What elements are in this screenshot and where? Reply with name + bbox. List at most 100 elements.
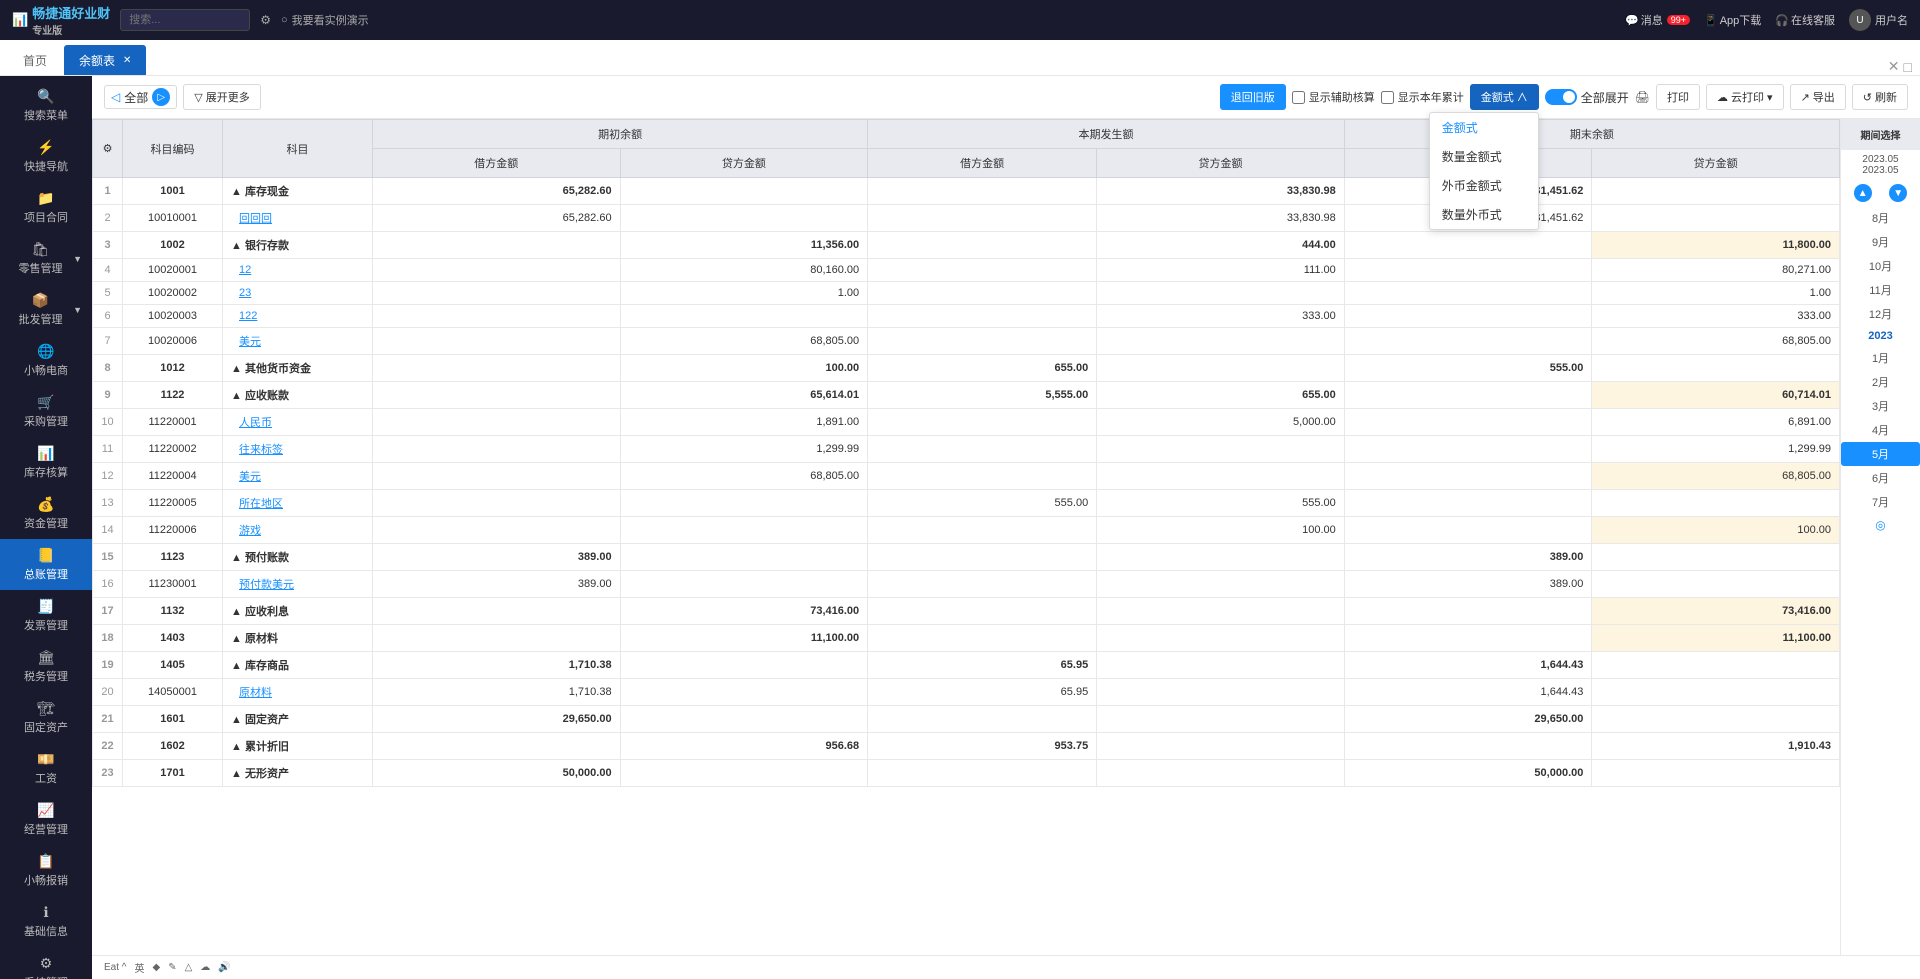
window-maximize-btn[interactable]: □ <box>1904 59 1912 75</box>
filter-all-label: 全部 <box>124 89 148 106</box>
format-option-qty-amount[interactable]: 数量金额式 <box>1430 142 1538 171</box>
period-month-jun[interactable]: 6月 <box>1841 466 1920 490</box>
cell-closing-credit <box>1592 490 1840 517</box>
ytd-checkbox[interactable] <box>1381 91 1394 104</box>
cell-current-credit: 111.00 <box>1097 259 1345 282</box>
cell-opening-debit <box>373 382 621 409</box>
format-dropdown-container: 金额式 ∧ 金额式 数量金额式 外币金额式 <box>1470 84 1539 110</box>
cell-code: 1012 <box>123 355 223 382</box>
online-service-btn[interactable]: 🎧 在线客服 <box>1775 12 1835 28</box>
sidebar-item-salary[interactable]: 💴 工资 <box>0 743 92 794</box>
tab-balance[interactable]: 余额表 ✕ <box>64 45 146 75</box>
period-month-jul[interactable]: 7月 <box>1841 490 1920 514</box>
sidebar-purchase-label: 采购管理 <box>24 413 68 429</box>
cell-current-debit: 65.95 <box>868 652 1097 679</box>
cell-opening-credit <box>620 679 868 706</box>
period-month-dec[interactable]: 12月 <box>1841 302 1920 326</box>
ytd-checkbox-label[interactable]: 显示本年累计 <box>1381 89 1464 105</box>
sidebar-item-capital[interactable]: 💰 资金管理 <box>0 488 92 539</box>
sidebar-item-wholesale[interactable]: 📦 批发管理 ▼ <box>0 284 92 335</box>
sidebar-item-search[interactable]: 🔍 搜索菜单 <box>0 80 92 131</box>
sidebar-inventory-label: 库存核算 <box>24 464 68 480</box>
app-download-btn[interactable]: 📱 App下载 <box>1704 12 1761 28</box>
table-row: 10 11220001 人民币 1,891.00 5,000.00 6,891.… <box>93 409 1840 436</box>
inventory-icon: 📊 <box>37 445 54 462</box>
message-btn[interactable]: 💬 消息 99+ <box>1625 12 1690 28</box>
period-month-nov[interactable]: 11月 <box>1841 278 1920 302</box>
period-month-may[interactable]: 5月 <box>1841 442 1920 466</box>
cell-row-num: 13 <box>93 490 123 517</box>
sidebar-item-ecommerce[interactable]: 🌐 小畅电商 <box>0 335 92 386</box>
tab-home[interactable]: 首页 <box>8 45 62 75</box>
sidebar-item-ledger[interactable]: 📒 总账管理 <box>0 539 92 590</box>
app-name: 畅捷通好业财 <box>32 3 110 22</box>
filter-all-box[interactable]: ◁ 全部 ▷ <box>104 85 177 109</box>
period-month-sep[interactable]: 9月 <box>1841 230 1920 254</box>
period-month-aug[interactable]: 8月 <box>1841 206 1920 230</box>
settings-gear-icon[interactable]: ⚙ <box>260 13 271 27</box>
cell-subject: 23 <box>223 282 373 305</box>
retail-arrow-icon: ▼ <box>73 254 82 264</box>
cell-closing-debit: 1,644.43 <box>1344 652 1592 679</box>
sidebar-item-retail[interactable]: 🛍 零售管理 ▼ <box>0 233 92 284</box>
expand-all-toggle[interactable]: 全部展开 <box>1545 89 1629 106</box>
format-option-qty-foreign[interactable]: 数量外币式 <box>1430 200 1538 229</box>
sidebar-item-purchase[interactable]: 🛒 采购管理 <box>0 386 92 437</box>
cloud-print-btn[interactable]: ☁ 云打印 ▾ <box>1706 84 1784 110</box>
sidebar-item-project[interactable]: 📁 项目合同 <box>0 182 92 233</box>
cell-closing-credit: 73,416.00 <box>1592 598 1840 625</box>
status-bar: Eat ^ 英 ◆ ✎ △ ☁ 🔊 <box>92 955 1920 979</box>
expand-more-btn[interactable]: ▽ 展开更多 <box>183 84 260 110</box>
th-settings[interactable]: ⚙ <box>93 120 123 178</box>
print-btn[interactable]: 打印 <box>1656 84 1700 110</box>
back-old-btn[interactable]: 退回旧版 <box>1220 84 1286 110</box>
top-search-input[interactable] <box>120 9 250 31</box>
sidebar-item-inventory[interactable]: 📊 库存核算 <box>0 437 92 488</box>
col-subject-label: 科目 <box>287 144 309 156</box>
tax-icon: 🏛 <box>37 649 55 666</box>
sidebar-item-assets[interactable]: 🏗 固定资产 <box>0 692 92 743</box>
expand-more-label: 展开更多 <box>206 89 250 105</box>
format-btn[interactable]: 金额式 ∧ <box>1470 84 1539 110</box>
cell-row-num: 10 <box>93 409 123 436</box>
period-next-btn[interactable]: ▼ <box>1889 184 1907 202</box>
aux-checkbox[interactable] <box>1292 91 1305 104</box>
cell-current-credit <box>1097 463 1345 490</box>
user-menu[interactable]: U 用户名 <box>1849 9 1908 31</box>
filter-nav-btn[interactable]: ▷ <box>152 88 170 106</box>
cell-opening-credit: 1.00 <box>620 282 868 305</box>
export-btn[interactable]: ↗ 导出 <box>1790 84 1846 110</box>
period-month-mar[interactable]: 3月 <box>1841 394 1920 418</box>
cell-current-debit <box>868 178 1097 205</box>
table-settings-icon[interactable]: ⚙ <box>103 143 113 155</box>
cell-row-num: 4 <box>93 259 123 282</box>
format-option-foreign-amount[interactable]: 外币金额式 <box>1430 171 1538 200</box>
sidebar-item-system[interactable]: ⚙ 系统管理 <box>0 947 92 979</box>
period-month-oct[interactable]: 10月 <box>1841 254 1920 278</box>
cell-opening-credit: 73,416.00 <box>620 598 868 625</box>
sidebar-item-quick-nav[interactable]: ⚡ 快捷导航 <box>0 131 92 182</box>
refresh-btn[interactable]: ↺ 刷新 <box>1852 84 1908 110</box>
sidebar-item-basic-info[interactable]: ℹ 基础信息 <box>0 896 92 947</box>
format-option-amount[interactable]: 金额式 <box>1430 113 1538 142</box>
aux-checkbox-label[interactable]: 显示辅助核算 <box>1292 89 1375 105</box>
tab-close-icon[interactable]: ✕ <box>123 55 131 66</box>
sidebar-item-operations[interactable]: 📈 经营管理 <box>0 794 92 845</box>
period-month-apr[interactable]: 4月 <box>1841 418 1920 442</box>
cell-closing-debit: 389.00 <box>1344 571 1592 598</box>
sidebar-item-tax[interactable]: 🏛 税务管理 <box>0 641 92 692</box>
period-month-feb[interactable]: 2月 <box>1841 370 1920 394</box>
period-month-jan[interactable]: 1月 <box>1841 346 1920 370</box>
cell-opening-credit: 11,100.00 <box>620 625 868 652</box>
demo-link[interactable]: ○ 我要看实例演示 <box>281 12 369 28</box>
sidebar-item-invoice[interactable]: 🧾 发票管理 <box>0 590 92 641</box>
window-close-btn[interactable]: ✕ <box>1888 58 1900 75</box>
sidebar-item-sales-report[interactable]: 📋 小畅报销 <box>0 845 92 896</box>
period-collapse[interactable]: ◎ <box>1841 518 1920 532</box>
period-prev-btn[interactable]: ▲ <box>1854 184 1872 202</box>
export-icon: ↗ <box>1801 91 1810 104</box>
cell-row-num: 8 <box>93 355 123 382</box>
cell-subject: 所在地区 <box>223 490 373 517</box>
period-collapse-icon[interactable]: ◎ <box>1875 518 1885 532</box>
toggle-control[interactable] <box>1545 89 1577 105</box>
